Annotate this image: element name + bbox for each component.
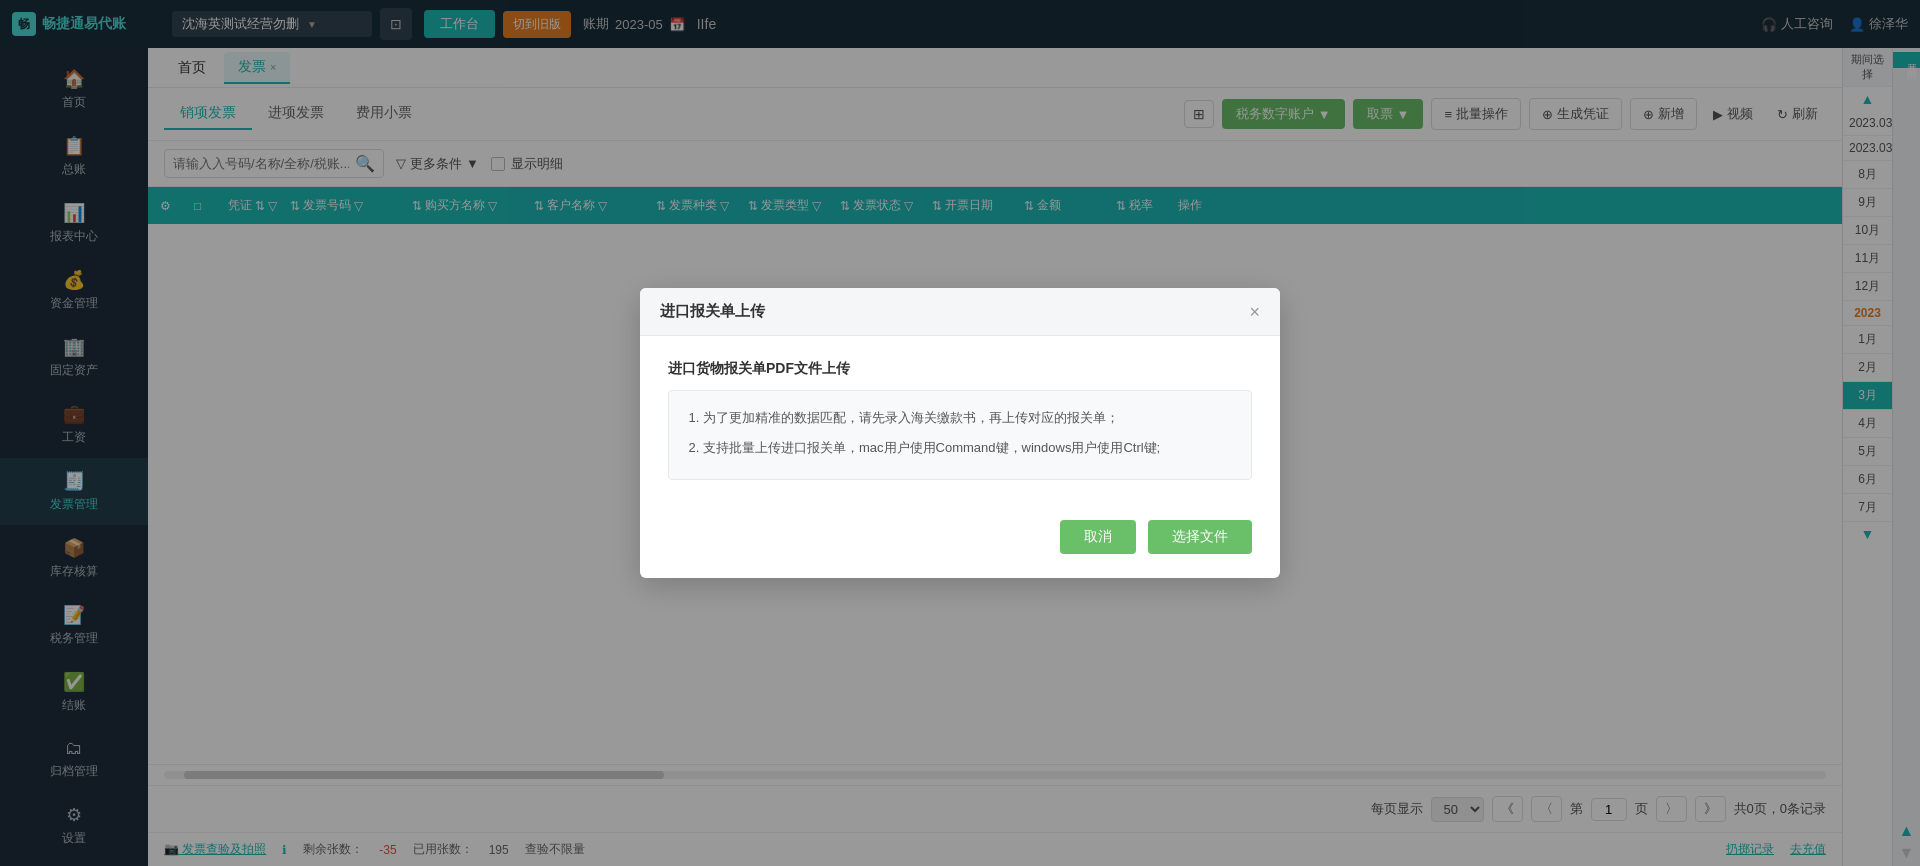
modal-overlay: 进口报关单上传 × 进口货物报关单PDF文件上传 为了更加精准的数据匹配，请先录…	[0, 0, 1920, 866]
modal-info-item-2: 支持批量上传进口报关单，mac用户使用Command键，windows用户使用C…	[703, 435, 1233, 461]
modal-cancel-button[interactable]: 取消	[1060, 520, 1136, 554]
modal-header: 进口报关单上传 ×	[640, 288, 1280, 336]
modal-info-item-1: 为了更加精准的数据匹配，请先录入海关缴款书，再上传对应的报关单；	[703, 405, 1233, 431]
modal-info-box: 为了更加精准的数据匹配，请先录入海关缴款书，再上传对应的报关单； 支持批量上传进…	[668, 390, 1252, 480]
import-customs-modal: 进口报关单上传 × 进口货物报关单PDF文件上传 为了更加精准的数据匹配，请先录…	[640, 288, 1280, 578]
modal-body: 进口货物报关单PDF文件上传 为了更加精准的数据匹配，请先录入海关缴款书，再上传…	[640, 336, 1280, 504]
modal-close-icon[interactable]: ×	[1249, 303, 1260, 321]
modal-select-file-button[interactable]: 选择文件	[1148, 520, 1252, 554]
modal-footer: 取消 选择文件	[640, 504, 1280, 578]
modal-section-title: 进口货物报关单PDF文件上传	[668, 360, 1252, 378]
modal-title: 进口报关单上传	[660, 302, 765, 321]
